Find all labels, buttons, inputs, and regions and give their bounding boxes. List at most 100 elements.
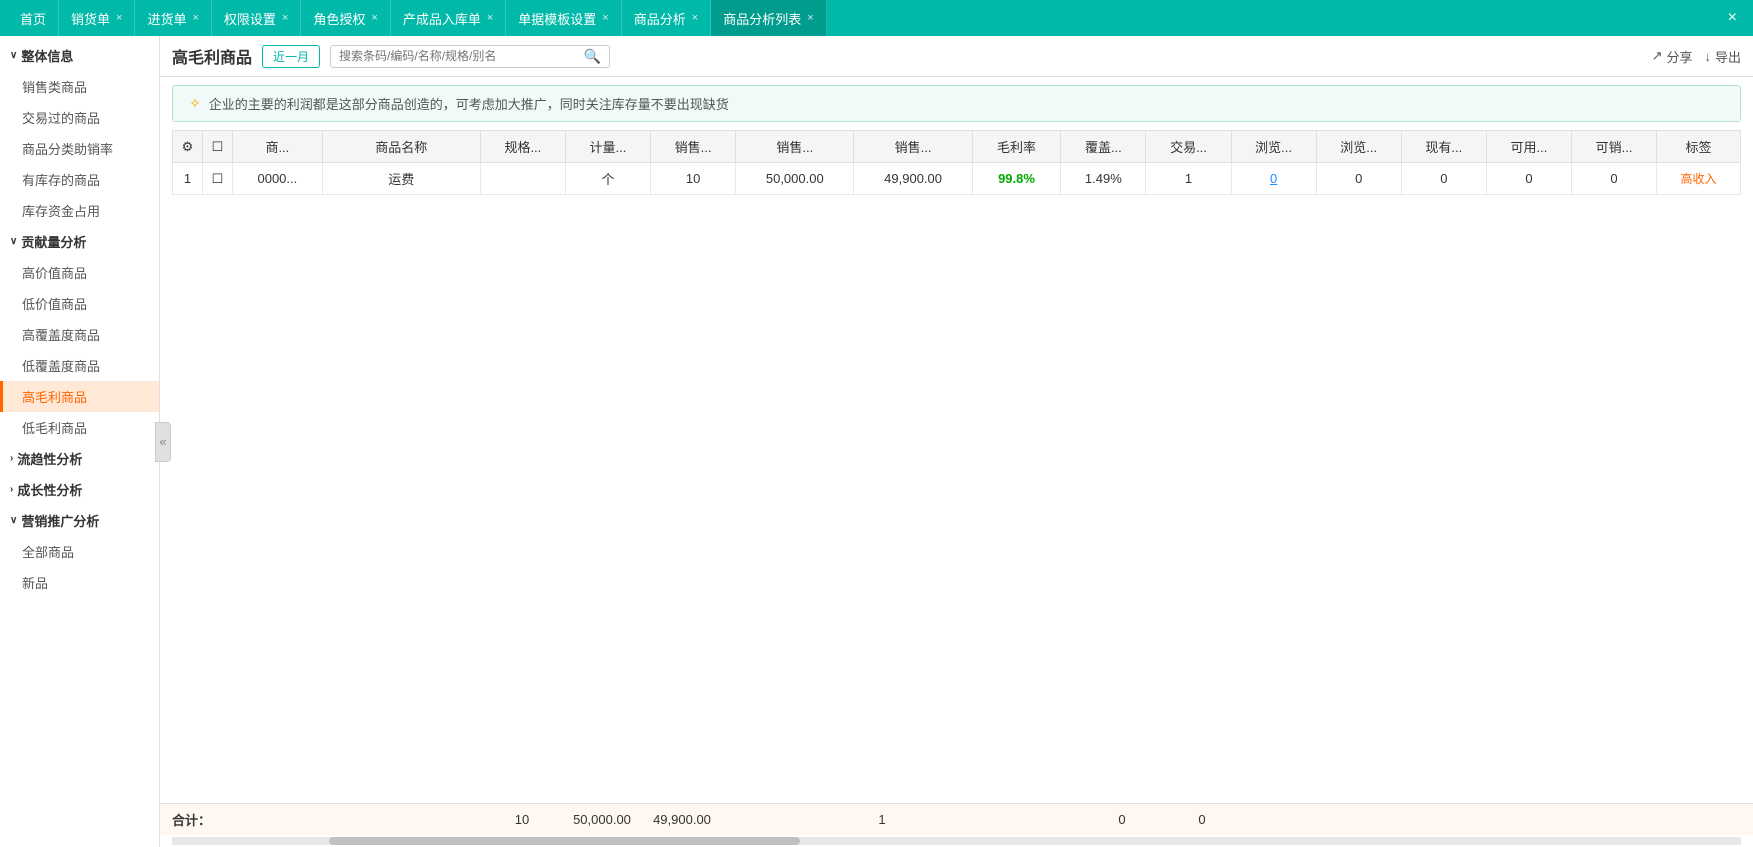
sidebar-item-low-margin[interactable]: 低毛利商品 <box>0 412 159 443</box>
th-browse2[interactable]: 浏览... <box>1316 131 1401 163</box>
sidebar-item-sales-goods[interactable]: 销售类商品 <box>0 71 159 102</box>
table-header-row: ⚙ ☐ 商... 商品名称 规格... <box>173 131 1741 163</box>
sidebar-item-high-coverage[interactable]: 高覆盖度商品 <box>0 319 159 350</box>
close-tab-product-analysis[interactable]: × <box>692 12 698 24</box>
th-transactions[interactable]: 交易... <box>1146 131 1231 163</box>
tab-role-auth[interactable]: 角色授权 × <box>301 0 390 36</box>
table-row: 1 ☐ 0000... 运费 个 10 50,000.00 49,900.00 … <box>173 163 1741 195</box>
td-unit: 个 <box>565 163 650 195</box>
th-checkbox[interactable]: ☐ <box>203 131 233 163</box>
sidebar-item-low-value[interactable]: 低价值商品 <box>0 288 159 319</box>
tab-permission-settings[interactable]: 权限设置 × <box>212 0 301 36</box>
close-tab-role-auth[interactable]: × <box>371 12 377 24</box>
footer-total: 合计： 10 50,000.00 49,900.00 1 0 0 <box>160 803 1753 835</box>
td-browse2: 0 <box>1316 163 1401 195</box>
th-gross-margin[interactable]: 毛利率 <box>972 131 1061 163</box>
sidebar-item-high-margin[interactable]: 高毛利商品 <box>0 381 159 412</box>
tab-product-inbound[interactable]: 产成品入库单 × <box>391 0 506 36</box>
tab-sales-order[interactable]: 销货单 × <box>59 0 135 36</box>
td-transactions: 1 <box>1146 163 1231 195</box>
close-tab-product-inbound[interactable]: × <box>487 12 493 24</box>
sidebar-group-overall[interactable]: ∨ 整体信息 <box>0 40 159 71</box>
horizontal-scrollbar[interactable] <box>172 837 1741 845</box>
expand-arrow-overall: ∨ <box>10 50 17 61</box>
th-spec[interactable]: 规格... <box>480 131 565 163</box>
th-sales-amount[interactable]: 销售... <box>736 131 854 163</box>
close-tab-sales-order[interactable]: × <box>116 12 122 24</box>
th-current-stock[interactable]: 现有... <box>1401 131 1486 163</box>
th-sales-qty[interactable]: 销售... <box>651 131 736 163</box>
info-icon: ✧ <box>189 95 201 112</box>
sidebar-group-marketing[interactable]: ∨ 营销推广分析 <box>0 505 159 536</box>
sidebar-collapse-button[interactable]: « <box>155 422 171 462</box>
td-name: 运费 <box>322 163 480 195</box>
sidebar-group-growth[interactable]: › 成长性分析 <box>0 474 159 505</box>
td-tag: 高收入 <box>1657 163 1741 195</box>
search-box[interactable]: 🔍 <box>330 45 610 68</box>
content-header: 高毛利商品 近一月 🔍 ↗ 分享 ↓ 导出 <box>160 36 1753 77</box>
info-text: 企业的主要的利润都是这部分商品创造的，可考虑加大推广，同时关注库存量不要出现缺货 <box>209 94 729 113</box>
close-tab-purchase-order[interactable]: × <box>192 12 198 24</box>
tab-home[interactable]: 首页 <box>8 0 59 36</box>
th-sales-cost[interactable]: 销售... <box>854 131 972 163</box>
sidebar-item-all-goods[interactable]: 全部商品 <box>0 536 159 567</box>
td-checkbox[interactable]: ☐ <box>203 163 233 195</box>
th-saleable-stock[interactable]: 可销... <box>1571 131 1656 163</box>
td-coverage: 1.49% <box>1061 163 1146 195</box>
expand-arrow-growth: › <box>10 484 13 495</box>
td-browse1[interactable]: 0 <box>1231 163 1316 195</box>
data-table: ⚙ ☐ 商... 商品名称 规格... <box>172 130 1741 195</box>
th-unit[interactable]: 计量... <box>565 131 650 163</box>
th-name[interactable]: 商品名称 <box>322 131 480 163</box>
close-tab-product-analysis-list[interactable]: × <box>807 12 813 24</box>
period-filter-button[interactable]: 近一月 <box>262 45 320 68</box>
share-button[interactable]: ↗ 分享 <box>1652 47 1693 66</box>
close-tab-template-settings[interactable]: × <box>602 12 608 24</box>
export-icon: ↓ <box>1704 49 1711 64</box>
scrollbar-thumb[interactable] <box>329 837 800 845</box>
share-icon: ↗ <box>1652 48 1663 64</box>
search-input[interactable] <box>339 49 584 63</box>
close-tab-permission-settings[interactable]: × <box>282 12 288 24</box>
sidebar-group-contribution[interactable]: ∨ 贡献量分析 <box>0 226 159 257</box>
td-spec <box>480 163 565 195</box>
td-sales-amount: 50,000.00 <box>736 163 854 195</box>
th-tag[interactable]: 标签 <box>1657 131 1741 163</box>
header-actions: ↗ 分享 ↓ 导出 <box>1652 47 1741 66</box>
th-browse1[interactable]: 浏览... <box>1231 131 1316 163</box>
sidebar-item-category-assist-rate[interactable]: 商品分类助销率 <box>0 133 159 164</box>
expand-arrow-contribution: ∨ <box>10 236 17 247</box>
td-available-stock: 0 <box>1486 163 1571 195</box>
sidebar-item-high-value[interactable]: 高价值商品 <box>0 257 159 288</box>
sidebar-item-new-goods[interactable]: 新品 <box>0 567 159 598</box>
sidebar: ∨ 整体信息 销售类商品 交易过的商品 商品分类助销率 有库存的商品 库存资金占… <box>0 36 160 847</box>
th-settings[interactable]: ⚙ <box>173 131 203 163</box>
export-button[interactable]: ↓ 导出 <box>1704 47 1741 66</box>
sidebar-item-stock-capital[interactable]: 库存资金占用 <box>0 195 159 226</box>
footer-cell-sales-qty: 10 <box>482 812 562 827</box>
footer-cell-transactions: 1 <box>842 812 922 827</box>
page-title: 高毛利商品 <box>172 44 252 68</box>
sidebar-group-trend[interactable]: › 流趋性分析 <box>0 443 159 474</box>
tab-purchase-order[interactable]: 进货单 × <box>135 0 211 36</box>
expand-arrow-marketing: ∨ <box>10 515 17 526</box>
table-wrapper: ⚙ ☐ 商... 商品名称 规格... <box>160 130 1753 803</box>
footer-cells: 10 50,000.00 49,900.00 1 0 0 <box>232 812 1741 827</box>
footer-cell-empty2 <box>722 812 842 827</box>
footer-cell-available-stock: 0 <box>1162 812 1242 827</box>
window-close-button[interactable]: × <box>1720 9 1745 27</box>
sidebar-item-in-stock-goods[interactable]: 有库存的商品 <box>0 164 159 195</box>
td-current-stock: 0 <box>1401 163 1486 195</box>
tab-product-analysis[interactable]: 商品分析 × <box>622 0 711 36</box>
tab-template-settings[interactable]: 单据模板设置 × <box>506 0 621 36</box>
th-coverage[interactable]: 覆盖... <box>1061 131 1146 163</box>
th-available-stock[interactable]: 可用... <box>1486 131 1571 163</box>
th-code[interactable]: 商... <box>233 131 323 163</box>
tab-product-analysis-list[interactable]: 商品分析列表 × <box>711 0 826 36</box>
content-area: 高毛利商品 近一月 🔍 ↗ 分享 ↓ 导出 <box>160 36 1753 847</box>
sidebar-item-low-coverage[interactable]: 低覆盖度商品 <box>0 350 159 381</box>
td-sales-qty: 10 <box>651 163 736 195</box>
total-label: 合计： <box>172 810 232 829</box>
search-icon: 🔍 <box>584 48 601 65</box>
sidebar-item-traded-goods[interactable]: 交易过的商品 <box>0 102 159 133</box>
